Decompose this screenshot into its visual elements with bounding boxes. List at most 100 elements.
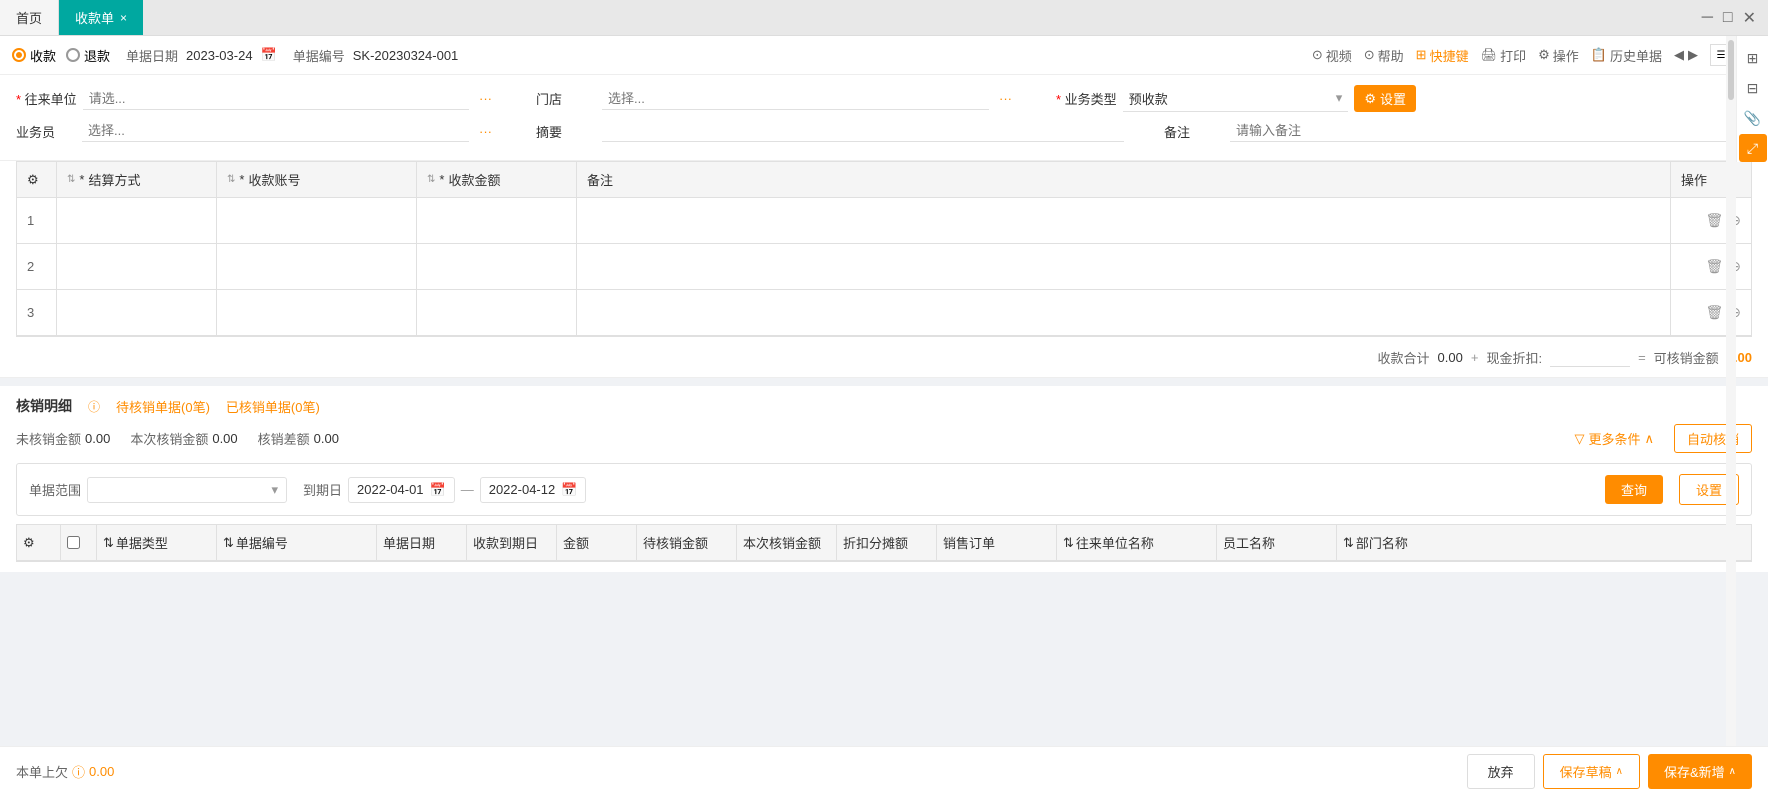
th-settlement-label: * <box>79 172 84 187</box>
td-remark-2[interactable] <box>577 244 1671 289</box>
th-account: ⇅ * 收款账号 <box>217 162 417 197</box>
staff-input[interactable] <box>82 120 469 142</box>
bth-doc-date-label: 单据日期 <box>383 533 435 552</box>
query-button[interactable]: 查询 <box>1605 475 1663 504</box>
summary-input[interactable] <box>602 120 1124 142</box>
tab-home[interactable]: 首页 <box>0 0 59 35</box>
delete-icon-3[interactable]: 🗑 <box>1705 304 1723 321</box>
td-account-1[interactable] <box>217 198 417 243</box>
due-date-label: 到期日 <box>303 480 342 499</box>
td-account-2[interactable] <box>217 244 417 289</box>
td-action-2: 🗑 ⊕ <box>1671 244 1751 289</box>
sidebar-scan-icon[interactable]: ⊟ <box>1739 74 1767 102</box>
remark-input[interactable] <box>1230 120 1752 142</box>
plus-sign: + <box>1471 350 1479 365</box>
settings-button[interactable]: ⚙ 设置 <box>1354 85 1416 112</box>
minimize-button[interactable]: ─ <box>1702 9 1713 27</box>
date-to-input[interactable]: 2022-04-12 📅 <box>480 477 587 503</box>
sidebar-expand-icon[interactable]: ⤢ <box>1739 134 1767 162</box>
nav-next-icon[interactable]: ▶ <box>1688 47 1698 63</box>
video-button[interactable]: ⊙ 视频 <box>1312 46 1352 65</box>
delete-icon-1[interactable]: 🗑 <box>1705 212 1723 229</box>
shortcut-button[interactable]: ⊞ 快捷键 <box>1416 46 1469 65</box>
nav-prev-icon[interactable]: ◀ <box>1674 47 1684 63</box>
business-type-select[interactable]: 预收款 ▾ <box>1123 86 1349 112</box>
calendar-icon[interactable]: 📅 <box>261 47 277 63</box>
pending-tab[interactable]: 待核销单据(0笔) <box>116 397 210 416</box>
radio-receive-dot <box>12 48 26 62</box>
bth-settings[interactable]: ⚙ <box>17 525 61 560</box>
th-account-text: 收款账号 <box>248 170 300 189</box>
store-input[interactable] <box>602 88 989 110</box>
query-label: 查询 <box>1621 483 1647 498</box>
discount-input[interactable] <box>1550 347 1630 367</box>
range-select[interactable]: ▾ <box>87 477 287 503</box>
td-amount-3[interactable] <box>417 290 577 335</box>
counterpart-field: 往来单位 ··· <box>16 88 496 110</box>
radio-refund[interactable]: 退款 <box>66 46 110 65</box>
td-amount-1[interactable] <box>417 198 577 243</box>
auto-reconcile-button[interactable]: 自动核销 <box>1674 424 1752 453</box>
td-settlement-3[interactable] <box>57 290 217 335</box>
th-action-text: 操作 <box>1681 170 1707 189</box>
summary-label: 摘要 <box>536 122 596 141</box>
current-cancel-value: 0.00 <box>212 431 237 446</box>
toolbar: 收款 退款 单据日期 2023-03-24 📅 单据编号 SK-20230324… <box>0 36 1768 75</box>
counterpart-label: 往来单位 <box>16 89 77 108</box>
td-account-3[interactable] <box>217 290 417 335</box>
counterpart-ellipsis[interactable]: ··· <box>475 91 496 106</box>
td-settlement-1[interactable] <box>57 198 217 243</box>
table-row: 2 🗑 ⊕ <box>17 244 1751 290</box>
maximize-button[interactable]: □ <box>1723 9 1733 27</box>
reconcile-info-icon[interactable]: ⓘ <box>88 398 100 415</box>
date-from-input[interactable]: 2022-04-01 📅 <box>348 477 455 503</box>
td-amount-2[interactable] <box>417 244 577 289</box>
save-draft-button[interactable]: 保存草稿 ∧ <box>1543 754 1640 789</box>
save-new-button[interactable]: 保存&新增 ∧ <box>1648 754 1752 789</box>
bth-sales-order: 销售订单 <box>937 525 1057 560</box>
sidebar-clip-icon[interactable]: 📎 <box>1739 104 1767 132</box>
history-button[interactable]: 📋 历史单据 <box>1591 46 1662 65</box>
td-settlement-2[interactable] <box>57 244 217 289</box>
calendar-to-icon[interactable]: 📅 <box>561 482 577 498</box>
counterpart-input[interactable] <box>83 88 469 110</box>
sidebar-table-icon[interactable]: ⊞ <box>1739 44 1767 72</box>
th-remark: 备注 <box>577 162 1671 197</box>
toolbar-right: ⊙ 视频 ⊙ 帮助 ⊞ 快捷键 🖨 打印 ⚙ 操作 📋 历史单据 <box>1312 44 1756 66</box>
staff-ellipsis[interactable]: ··· <box>475 124 496 139</box>
doc-date-group: 单据日期 2023-03-24 📅 <box>126 46 277 65</box>
calendar-from-icon[interactable]: 📅 <box>430 482 446 498</box>
done-tab[interactable]: 已核销单据(0笔) <box>226 397 320 416</box>
td-remark-3[interactable] <box>577 290 1671 335</box>
form-area: 往来单位 ··· 门店 ··· 业务类型 预收款 ▾ ⚙ 设置 <box>0 75 1768 161</box>
current-cancel-stat: 本次核销金额 0.00 <box>130 429 237 448</box>
print-button[interactable]: 🖨 打印 <box>1481 46 1527 65</box>
filter-row: 单据范围 ▾ 到期日 2022-04-01 📅 — 2022-04-12 📅 <box>16 463 1752 516</box>
abandon-button[interactable]: 放弃 <box>1467 754 1535 789</box>
total-value: 0.00 <box>1438 350 1463 365</box>
more-conditions-button[interactable]: ▽ 更多条件 ∧ <box>1574 429 1654 448</box>
sort-arrows-4: ⇅ <box>1343 535 1354 551</box>
help-button[interactable]: ⊙ 帮助 <box>1364 46 1404 65</box>
tab-active[interactable]: 收款单 × <box>59 0 143 35</box>
td-action-3: 🗑 ⊕ <box>1671 290 1751 335</box>
bth-checkbox[interactable] <box>61 525 97 560</box>
bottom-table-header: ⚙ ⇅ 单据类型 ⇅ 单据编号 单据日期 收款到期日 金额 <box>17 525 1751 561</box>
td-remark-1[interactable] <box>577 198 1671 243</box>
delete-icon-2[interactable]: 🗑 <box>1705 258 1723 275</box>
remark-field: 备注 <box>1164 120 1752 142</box>
close-button[interactable]: ✕ <box>1743 8 1756 28</box>
th-settings[interactable]: ⚙ <box>17 162 57 197</box>
operate-button[interactable]: ⚙ 操作 <box>1538 46 1579 65</box>
radio-receive[interactable]: 收款 <box>12 46 56 65</box>
bth-discount: 折扣分摊额 <box>837 525 937 560</box>
select-all-checkbox[interactable] <box>67 536 80 549</box>
bth-doc-num: ⇅ 单据编号 <box>217 525 377 560</box>
diff-label: 核销差额 <box>258 429 310 448</box>
tab-close-icon[interactable]: × <box>120 11 127 25</box>
window-controls: ─ □ ✕ <box>1702 8 1768 28</box>
sort-arrows-1: ⇅ <box>103 535 114 551</box>
settings-gear-icon: ⚙ <box>27 172 39 188</box>
store-ellipsis[interactable]: ··· <box>995 91 1016 106</box>
scroll-area[interactable] <box>1726 36 1736 746</box>
